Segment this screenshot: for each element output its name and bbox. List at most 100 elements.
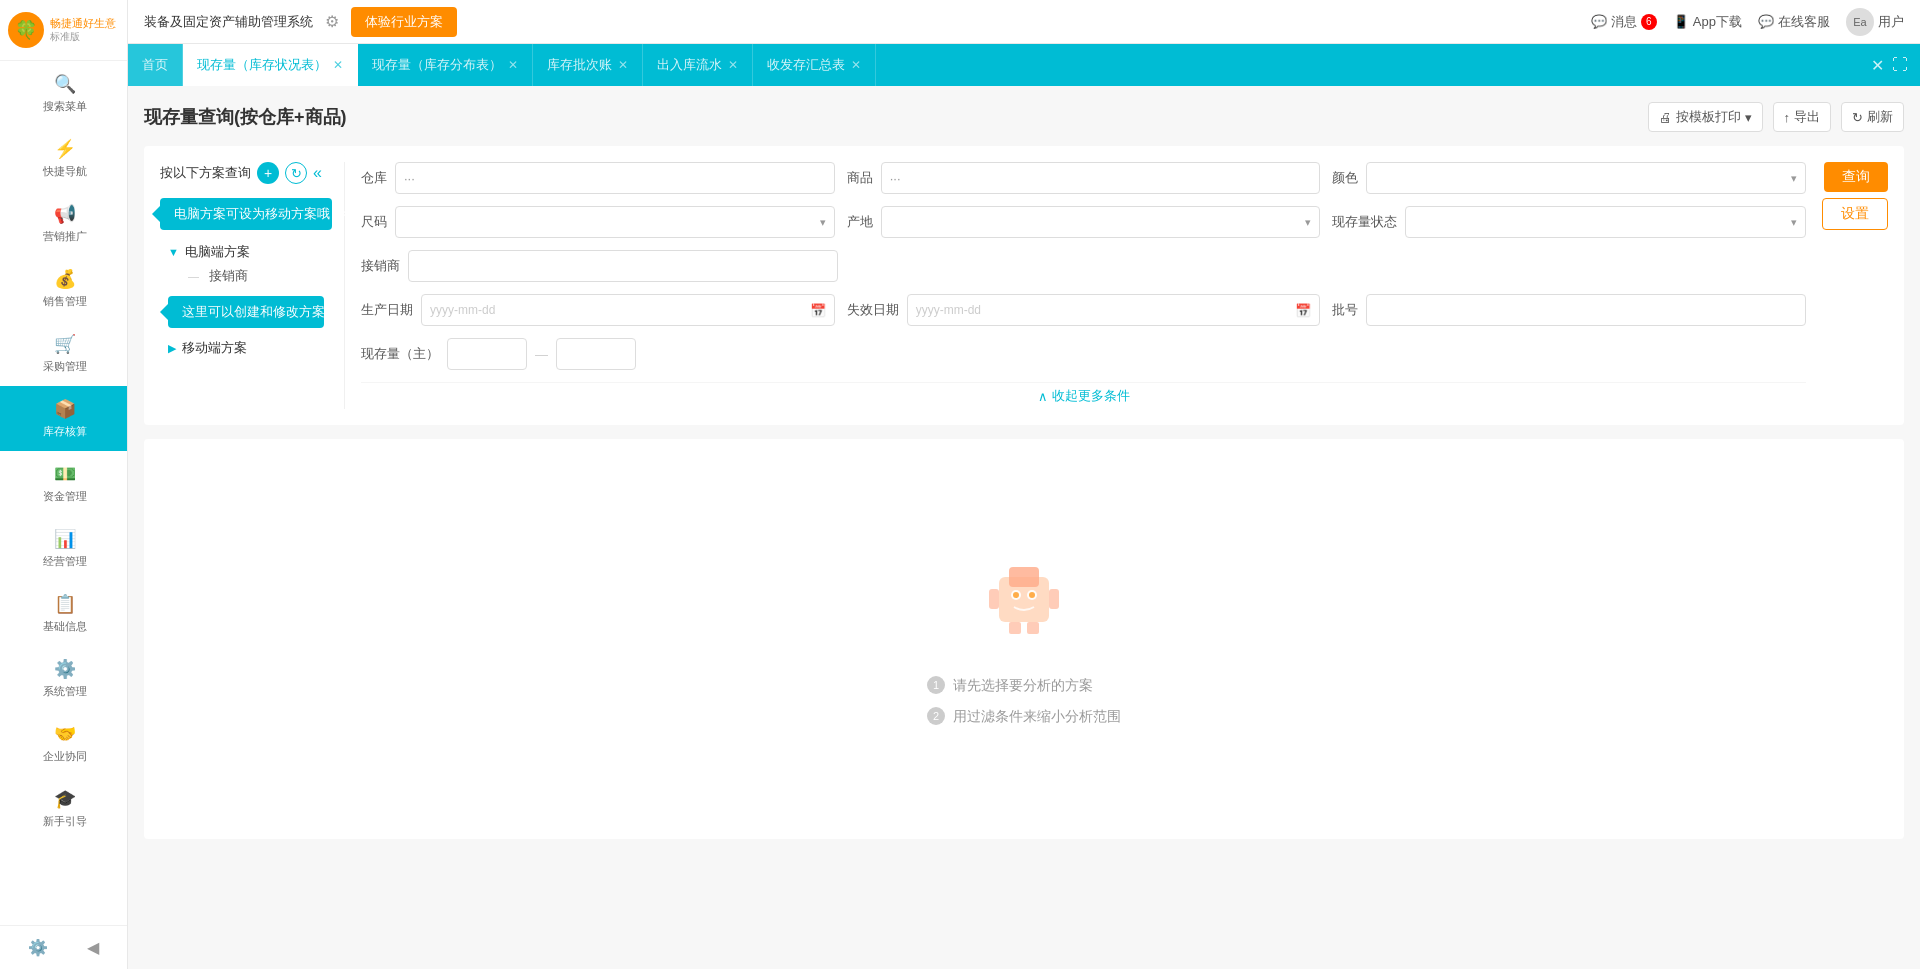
inv-status-select[interactable]: ▾: [1405, 206, 1806, 238]
tab-inout-flow-label: 出入库流水: [657, 56, 722, 74]
filter-label: 按以下方案查询: [160, 164, 251, 182]
filter-product: 商品 ···: [847, 162, 1321, 194]
scheme-mobile[interactable]: ▶ 移动端方案: [168, 336, 324, 360]
close-all-icon[interactable]: ✕: [1871, 56, 1884, 75]
produce-date-placeholder: yyyy-mm-dd: [430, 303, 495, 317]
tooltip2-popup: 这里可以创建和修改方案哦 ✕: [168, 296, 324, 328]
tab-close-icon[interactable]: ✕: [728, 58, 738, 72]
industry-btn[interactable]: 体验行业方案: [351, 7, 457, 37]
search-btn[interactable]: 查询: [1824, 162, 1888, 192]
warehouse-select[interactable]: ···: [395, 162, 835, 194]
filter-expire-date: 失效日期 yyyy-mm-dd 📅: [847, 294, 1321, 326]
sidebar-item-system[interactable]: ⚙️ 系统管理: [0, 646, 127, 711]
product-select[interactable]: ···: [881, 162, 1321, 194]
qty-min-input[interactable]: [447, 338, 527, 370]
guide-icon: 🎓: [54, 788, 76, 810]
sidebar-item-operations[interactable]: 📊 经营管理: [0, 516, 127, 581]
qty-max-input[interactable]: [556, 338, 636, 370]
calendar-icon[interactable]: 📅: [810, 303, 826, 318]
filter-inv-status: 现存量状态 ▾: [1332, 206, 1806, 238]
print-btn[interactable]: 🖨 按模板打印 ▾: [1648, 102, 1763, 132]
svg-rect-7: [1049, 589, 1059, 609]
filter-header: 按以下方案查询 + ↻ «: [160, 162, 332, 184]
range-separator: —: [535, 347, 548, 362]
tabbar: 首页 现存量（库存状况表） ✕ 现存量（库存分布表） ✕ 库存批次账 ✕ 出入库…: [128, 44, 1920, 86]
scheme-mobile-label: 移动端方案: [182, 339, 247, 357]
scheme-child-label: 接销商: [209, 267, 248, 285]
export-icon: ↑: [1784, 110, 1791, 125]
refresh-scheme-btn[interactable]: ↻: [285, 162, 307, 184]
chevron-down-icon: ▾: [1791, 172, 1797, 185]
calendar-icon[interactable]: 📅: [1295, 303, 1311, 318]
scheme-child-item[interactable]: — 接销商: [188, 264, 324, 288]
tooltip1-text: 电脑方案可设为移动方案哦: [174, 205, 330, 223]
expire-date-input[interactable]: yyyy-mm-dd 📅: [907, 294, 1321, 326]
sidebar-item-enterprise[interactable]: 🤝 企业协同: [0, 711, 127, 776]
tab-close-icon[interactable]: ✕: [508, 58, 518, 72]
add-scheme-btn[interactable]: +: [257, 162, 279, 184]
notifications-badge: 6: [1641, 14, 1657, 30]
empty-hint-2: 2 用过滤条件来缩小分析范围: [927, 701, 1121, 732]
filter-row-1: 仓库 ··· 商品 ··· 颜色 ▾: [361, 162, 1806, 194]
tab-inout-flow[interactable]: 出入库流水 ✕: [643, 44, 753, 86]
export-btn[interactable]: ↑ 导出: [1773, 102, 1832, 132]
tab-receive-summary[interactable]: 收发存汇总表 ✕: [753, 44, 876, 86]
dealer-label: 接销商: [361, 257, 400, 275]
sidebar-item-label: 经营管理: [43, 554, 87, 569]
sidebar-item-guide[interactable]: 🎓 新手引导: [0, 776, 127, 841]
reset-btn[interactable]: 设置: [1822, 198, 1888, 230]
tab-close-icon[interactable]: ✕: [333, 58, 343, 72]
sidebar-item-label: 快捷导航: [43, 164, 87, 179]
dealer-select[interactable]: [408, 250, 838, 282]
notifications[interactable]: 💬 消息 6: [1591, 13, 1657, 31]
arrow-right-icon: ▶: [168, 342, 176, 355]
tab-home[interactable]: 首页: [128, 44, 183, 86]
svg-rect-8: [1009, 622, 1021, 634]
svg-point-4: [1013, 592, 1019, 598]
tooltip1-popup: 电脑方案可设为移动方案哦 ✕: [160, 198, 332, 230]
batch-input[interactable]: [1366, 294, 1806, 326]
origin-select[interactable]: ▾: [881, 206, 1321, 238]
tab-inventory-status[interactable]: 现存量（库存状况表） ✕: [183, 44, 358, 86]
expire-date-label: 失效日期: [847, 301, 899, 319]
expand-icon[interactable]: ⛶: [1892, 56, 1908, 74]
sidebar-item-label: 采购管理: [43, 359, 87, 374]
tooltip2-close[interactable]: ✕: [346, 305, 356, 319]
collapse-btn[interactable]: ∧ 收起更多条件: [361, 382, 1806, 409]
hint2-num: 2: [927, 707, 945, 725]
phone-icon: 📱: [1673, 14, 1689, 29]
sidebar-item-quick-nav[interactable]: ⚡ 快捷导航: [0, 126, 127, 191]
tab-close-icon[interactable]: ✕: [851, 58, 861, 72]
sidebar-item-marketing[interactable]: 📢 营销推广: [0, 191, 127, 256]
tab-close-icon[interactable]: ✕: [618, 58, 628, 72]
print-icon: 🖨: [1659, 110, 1672, 125]
settings-icon[interactable]: ⚙️: [28, 938, 48, 957]
sidebar-item-finance[interactable]: 💵 资金管理: [0, 451, 127, 516]
sidebar-item-sales[interactable]: 💰 销售管理: [0, 256, 127, 321]
user-area[interactable]: Ea 用户: [1846, 8, 1904, 36]
scheme-desktop[interactable]: ▼ 电脑端方案: [168, 240, 324, 264]
sidebar-item-search-menu[interactable]: 🔍 搜索菜单: [0, 61, 127, 126]
qty-label: 现存量（主）: [361, 345, 439, 363]
sidebar-item-label: 资金管理: [43, 489, 87, 504]
dash-icon: —: [188, 270, 199, 282]
sidebar-item-inventory[interactable]: 📦 库存核算: [0, 386, 127, 451]
filter-fields: 仓库 ··· 商品 ··· 颜色 ▾: [361, 162, 1806, 409]
tab-receive-summary-label: 收发存汇总表: [767, 56, 845, 74]
online-service[interactable]: 💬 在线客服: [1758, 13, 1830, 31]
color-select[interactable]: ▾: [1366, 162, 1806, 194]
gear-icon[interactable]: ⚙: [325, 12, 339, 31]
tab-inventory-dist[interactable]: 现存量（库存分布表） ✕: [358, 44, 533, 86]
tab-batch-account[interactable]: 库存批次账 ✕: [533, 44, 643, 86]
sidebar-item-purchase[interactable]: 🛒 采购管理: [0, 321, 127, 386]
search-menu-icon: 🔍: [54, 73, 76, 95]
refresh-btn[interactable]: ↻ 刷新: [1841, 102, 1904, 132]
sidebar-item-basic[interactable]: 📋 基础信息: [0, 581, 127, 646]
collapse-icon[interactable]: ◀: [87, 938, 99, 957]
app-download[interactable]: 📱 App下载: [1673, 13, 1742, 31]
produce-date-input[interactable]: yyyy-mm-dd 📅: [421, 294, 835, 326]
sidebar: 🍀 畅捷通好生意 标准版 🔍 搜索菜单 ⚡ 快捷导航 📢 营销推广 💰 销售管理…: [0, 0, 128, 969]
tooltip1-close[interactable]: ✕: [338, 207, 348, 221]
size-select[interactable]: ▾: [395, 206, 835, 238]
back-icon[interactable]: «: [313, 164, 322, 182]
